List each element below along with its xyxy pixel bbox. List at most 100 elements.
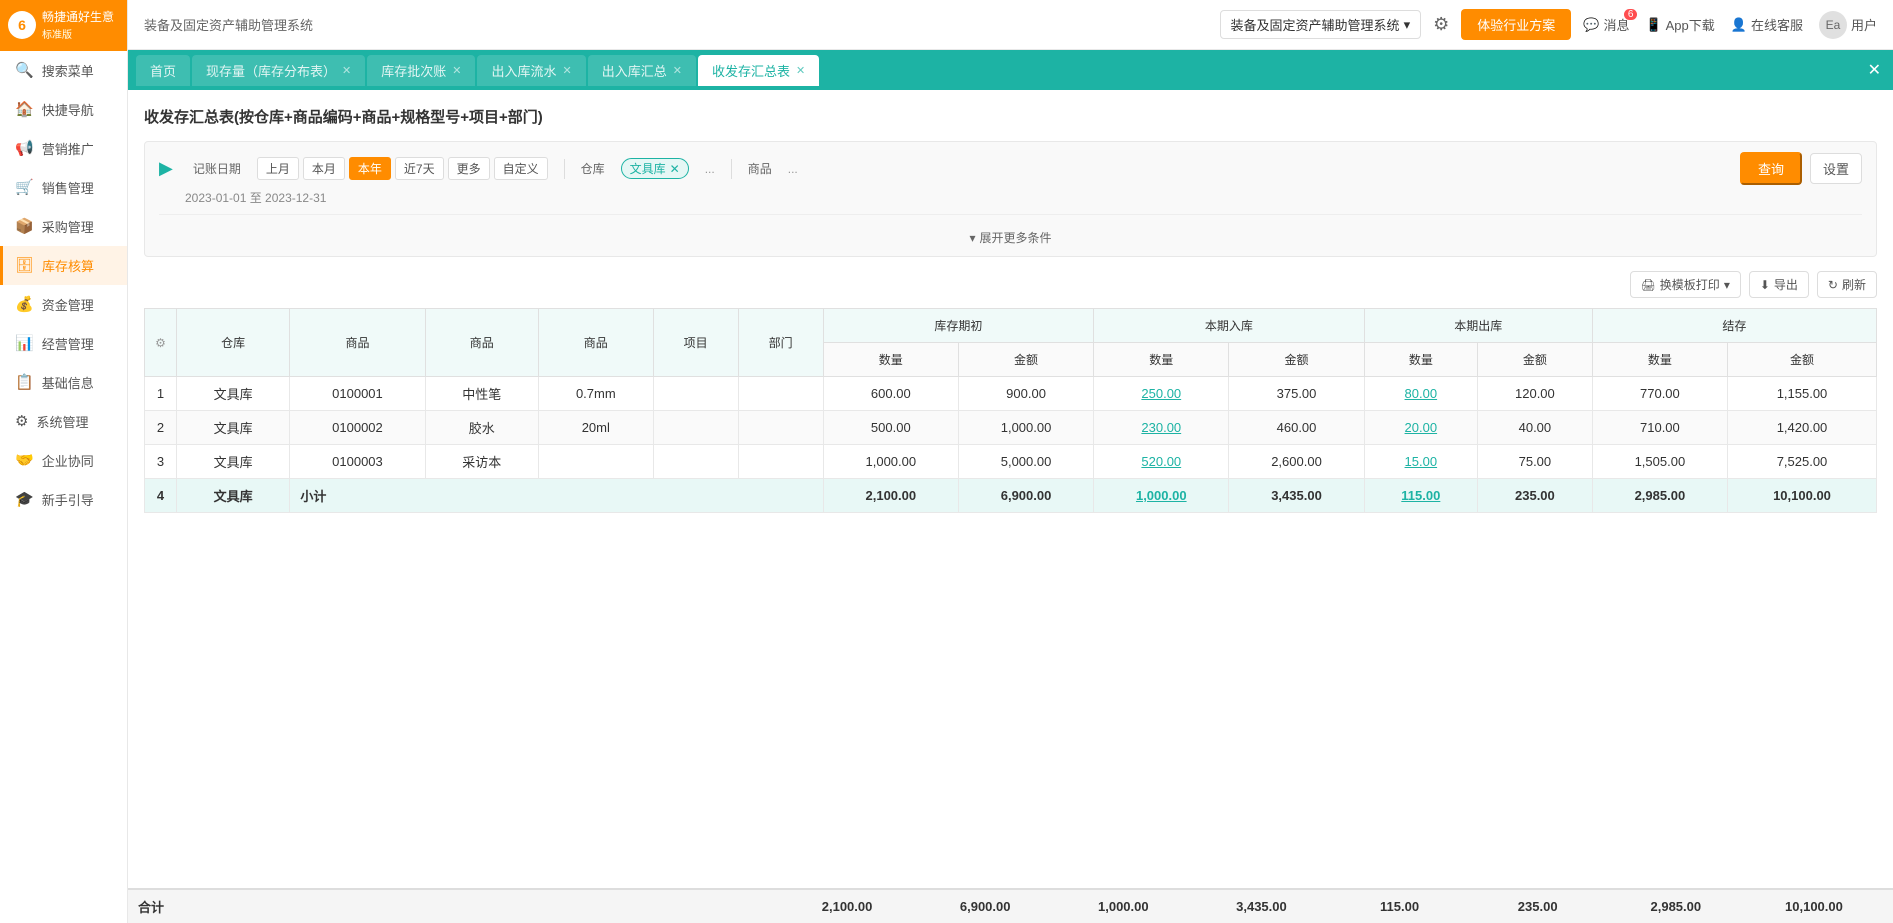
close-all-tabs-icon[interactable]: ✕ xyxy=(1864,56,1885,84)
th-spec: 商品 xyxy=(538,309,653,377)
tab-stock-label: 现存量（库存分布表） xyxy=(206,61,336,80)
table-header-row1: ⚙ 仓库 商品 商品 商品 项目 部门 库存期初 本期入库 本期出库 结存 xyxy=(145,309,1877,343)
sidebar-item-sales[interactable]: 🛒 销售管理 xyxy=(0,168,127,207)
out-qty-link[interactable]: 80.00 xyxy=(1405,386,1438,401)
in-qty-link[interactable]: 230.00 xyxy=(1141,420,1181,435)
logo-text-area: 畅捷通好生意 标准版 xyxy=(42,10,114,41)
settings-icon[interactable]: ⚙ xyxy=(1433,14,1449,35)
cell-end-amt: 1,420.00 xyxy=(1728,411,1877,445)
cell-name: 中性笔 xyxy=(425,377,538,411)
footer-label: 合计 xyxy=(138,897,218,916)
subtotal-out-qty-link[interactable]: 115.00 xyxy=(1401,488,1440,503)
table-col-settings-icon[interactable]: ⚙ xyxy=(155,336,166,350)
export-btn[interactable]: ⬇ 导出 xyxy=(1749,271,1809,298)
service-icon: 👤 xyxy=(1731,17,1747,33)
tab-inout-flow-close[interactable]: ✕ xyxy=(563,64,572,77)
sidebar-item-purchase[interactable]: 📦 采购管理 xyxy=(0,207,127,246)
content-area: 收发存汇总表(按仓库+商品编码+商品+规格型号+项目+部门) ▶ 记账日期 上月… xyxy=(128,90,1893,888)
online-service-group[interactable]: 👤 在线客服 xyxy=(1731,15,1803,34)
logo-icon: 6 xyxy=(8,11,36,39)
tab-inout-summary[interactable]: 出入库汇总 ✕ xyxy=(588,55,696,86)
logo-name: 畅捷通好生意 xyxy=(42,10,114,26)
cell-open-qty: 1,000.00 xyxy=(823,445,958,479)
tab-collect-summary[interactable]: 收发存汇总表 ✕ xyxy=(698,55,819,86)
date-btn-7days[interactable]: 近7天 xyxy=(395,157,444,180)
online-service-label: 在线客服 xyxy=(1751,15,1803,34)
tab-batch[interactable]: 库存批次账 ✕ xyxy=(367,55,475,86)
tab-inout-summary-label: 出入库汇总 xyxy=(602,61,667,80)
topbar-right: 💬 消息 6 📱 App下载 👤 在线客服 Ea 用户 xyxy=(1583,11,1877,39)
warehouse-tag-close-icon[interactable]: ✕ xyxy=(670,162,680,176)
date-btn-cur-month[interactable]: 本月 xyxy=(303,157,345,180)
th-in-amt: 金额 xyxy=(1229,343,1364,377)
refresh-label: 刷新 xyxy=(1842,276,1866,293)
out-qty-link[interactable]: 15.00 xyxy=(1405,454,1438,469)
warehouse-more[interactable]: ... xyxy=(705,162,715,176)
th-end-stock: 结存 xyxy=(1592,309,1876,343)
warehouse-tag[interactable]: 文具库 ✕ xyxy=(621,158,689,179)
cell-out-amt: 75.00 xyxy=(1478,445,1593,479)
finance-icon: 💰 xyxy=(15,295,34,313)
app-download-group[interactable]: 📱 App下载 xyxy=(1645,15,1714,34)
sidebar-item-system[interactable]: ⚙ 系统管理 xyxy=(0,402,127,441)
experience-btn[interactable]: 体验行业方案 xyxy=(1461,9,1571,40)
date-btn-custom[interactable]: 自定义 xyxy=(494,157,548,180)
sidebar-item-search[interactable]: 🔍 搜索菜单 xyxy=(0,51,127,90)
divider2 xyxy=(731,159,732,179)
tab-inout-summary-close[interactable]: ✕ xyxy=(673,64,682,77)
cell-in-qty: 520.00 xyxy=(1094,445,1229,479)
tab-collect-summary-close[interactable]: ✕ xyxy=(796,64,805,77)
phone-icon: 📱 xyxy=(1645,17,1661,33)
cell-name: 胶水 xyxy=(425,411,538,445)
filter-collapse-btn[interactable]: ▶ xyxy=(159,158,173,179)
tab-stock-close[interactable]: ✕ xyxy=(342,64,351,77)
topbar: 装备及固定资产辅助管理系统 装备及固定资产辅助管理系统 ▾ ⚙ 体验行业方案 💬… xyxy=(128,0,1893,50)
sidebar-item-inventory[interactable]: 🗄 库存核算 xyxy=(0,246,127,285)
cell-num: 2 xyxy=(145,411,177,445)
subtotal-out-qty: 115.00 xyxy=(1364,479,1477,513)
tab-batch-close[interactable]: ✕ xyxy=(452,64,461,77)
subtotal-num: 4 xyxy=(145,479,177,513)
system-dropdown[interactable]: 装备及固定资产辅助管理系统 ▾ xyxy=(1220,10,1422,39)
tab-home[interactable]: 首页 xyxy=(136,55,190,86)
date-btn-last-month[interactable]: 上月 xyxy=(257,157,299,180)
user-group[interactable]: Ea 用户 xyxy=(1819,11,1877,39)
date-btn-more[interactable]: 更多 xyxy=(448,157,490,180)
expand-conditions-btn[interactable]: ▾ 展开更多条件 xyxy=(969,229,1051,246)
cell-in-qty: 230.00 xyxy=(1094,411,1229,445)
th-end-qty: 数量 xyxy=(1592,343,1727,377)
query-button[interactable]: 查询 xyxy=(1740,152,1802,185)
in-qty-link[interactable]: 250.00 xyxy=(1141,386,1181,401)
template-print-btn[interactable]: 🖨 换模板打印 ▾ xyxy=(1630,271,1741,298)
sidebar-item-collab[interactable]: 🤝 企业协同 xyxy=(0,441,127,480)
sidebar-item-guide[interactable]: 🎓 新手引导 xyxy=(0,480,127,519)
sidebar-item-operations[interactable]: 📊 经营管理 xyxy=(0,324,127,363)
sidebar-item-marketing[interactable]: 📢 营销推广 xyxy=(0,129,127,168)
subtotal-in-qty-link[interactable]: 1,000.00 xyxy=(1136,488,1187,503)
date-btn-year[interactable]: 本年 xyxy=(349,157,391,180)
subtotal-end-amt: 10,100.00 xyxy=(1728,479,1877,513)
sidebar-item-basic[interactable]: 📋 基础信息 xyxy=(0,363,127,402)
tab-inout-flow[interactable]: 出入库流水 ✕ xyxy=(477,55,585,86)
th-code: 商品 xyxy=(290,309,425,377)
goods-more[interactable]: ... xyxy=(788,162,798,176)
date-filter-btns: 上月 本月 本年 近7天 更多 自定义 xyxy=(257,157,548,180)
filter-right-btns: 查询 设置 xyxy=(1740,152,1862,185)
cell-warehouse: 文具库 xyxy=(177,377,290,411)
data-table-container: ⚙ 仓库 商品 商品 商品 项目 部门 库存期初 本期入库 本期出库 结存 数量 xyxy=(144,308,1877,872)
tab-stock[interactable]: 现存量（库存分布表） ✕ xyxy=(192,55,365,86)
chevron-down-icon: ▾ xyxy=(1404,17,1411,33)
tab-home-label: 首页 xyxy=(150,61,176,80)
sidebar-item-quick[interactable]: 🏠 快捷导航 xyxy=(0,90,127,129)
sidebar-item-finance[interactable]: 💰 资金管理 xyxy=(0,285,127,324)
sidebar-nav: 🔍 搜索菜单 🏠 快捷导航 📢 营销推广 🛒 销售管理 📦 采购管理 🗄 库存核… xyxy=(0,51,127,923)
in-qty-link[interactable]: 520.00 xyxy=(1141,454,1181,469)
refresh-btn[interactable]: ↻ 刷新 xyxy=(1817,271,1877,298)
messages-group[interactable]: 💬 消息 6 xyxy=(1583,15,1629,34)
warehouse-label: 仓库 xyxy=(581,160,605,177)
th-settings: ⚙ xyxy=(145,309,177,377)
cell-dept xyxy=(738,445,823,479)
out-qty-link[interactable]: 20.00 xyxy=(1405,420,1438,435)
table-settings-button[interactable]: 设置 xyxy=(1810,153,1862,184)
sidebar-item-label: 资金管理 xyxy=(42,295,94,314)
